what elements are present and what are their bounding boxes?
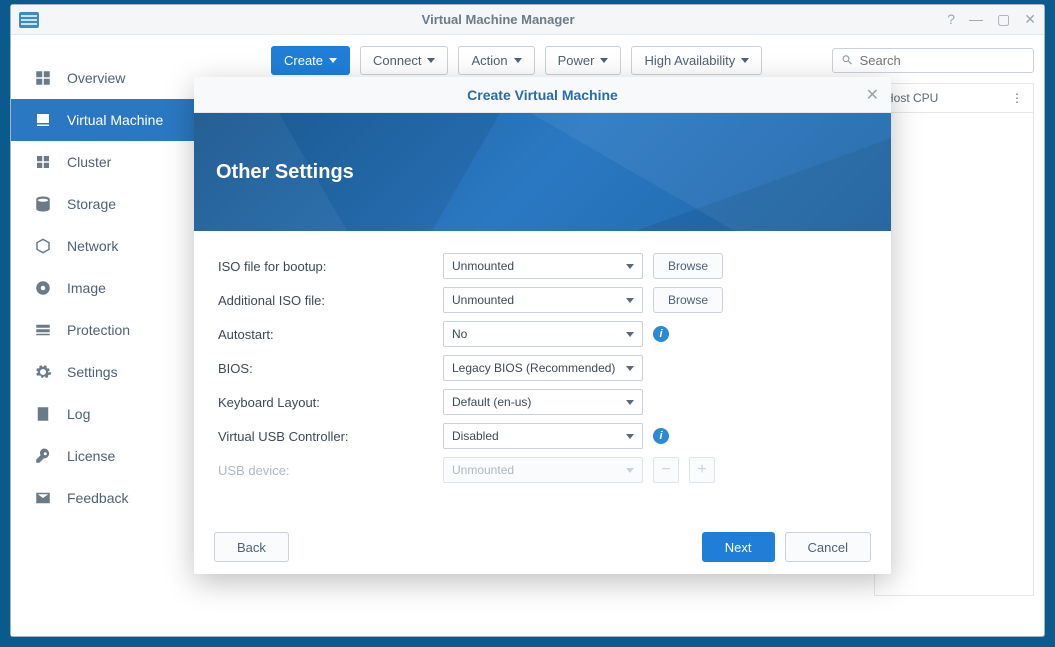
label-usb-device: USB device:	[218, 463, 443, 478]
cancel-button[interactable]: Cancel	[785, 532, 871, 562]
next-button[interactable]: Next	[702, 532, 775, 562]
select-keyboard[interactable]: Default (en-us)	[443, 389, 643, 415]
chevron-down-icon	[600, 58, 608, 63]
sidebar-item-label: Overview	[67, 70, 125, 86]
titlebar: Virtual Machine Manager ? — ▢ ✕	[11, 5, 1044, 35]
sidebar-item-label: Feedback	[67, 490, 128, 506]
help-icon[interactable]: ?	[947, 11, 955, 28]
app-icon	[19, 12, 39, 28]
browse-iso-bootup-button[interactable]: Browse	[653, 253, 723, 279]
sidebar-item-label: Image	[67, 280, 106, 296]
sidebar-item-label: Log	[67, 406, 90, 422]
storage-icon	[33, 195, 53, 213]
sidebar-item-label: Settings	[67, 364, 118, 380]
label-autostart: Autostart:	[218, 327, 443, 342]
table-header: Host CPU ⋮	[874, 83, 1034, 113]
select-autostart[interactable]: No	[443, 321, 643, 347]
info-icon-autostart[interactable]: i	[653, 326, 669, 342]
network-icon	[33, 237, 53, 255]
select-usb-controller[interactable]: Disabled	[443, 423, 643, 449]
log-icon	[33, 405, 53, 423]
cluster-icon	[33, 153, 53, 171]
power-button[interactable]: Power	[545, 46, 622, 75]
back-button[interactable]: Back	[214, 532, 289, 562]
select-iso-additional[interactable]: Unmounted	[443, 287, 643, 313]
modal-title: Create Virtual Machine	[467, 87, 618, 103]
field-iso-additional: Additional ISO file: Unmounted Browse	[218, 287, 867, 313]
field-bios: BIOS: Legacy BIOS (Recommended)	[218, 355, 867, 381]
modal-body: ISO file for bootup: Unmounted Browse Ad…	[194, 231, 891, 483]
modal-heading: Other Settings	[216, 161, 354, 184]
modal-titlebar: Create Virtual Machine ✕	[194, 77, 891, 113]
sidebar-item-label: License	[67, 448, 115, 464]
chevron-down-icon	[626, 400, 634, 405]
sidebar-item-label: Network	[67, 238, 118, 254]
create-vm-modal: Create Virtual Machine ✕ Other Settings …	[194, 77, 891, 574]
chevron-down-icon	[626, 298, 634, 303]
image-icon	[33, 279, 53, 297]
app-window: Virtual Machine Manager ? — ▢ ✕ Create C…	[10, 4, 1045, 637]
feedback-icon	[33, 489, 53, 507]
search-input[interactable]	[860, 53, 1025, 68]
connect-button[interactable]: Connect	[360, 46, 448, 75]
label-bios: BIOS:	[218, 361, 443, 376]
chevron-down-icon	[626, 332, 634, 337]
window-controls: ? — ▢ ✕	[947, 11, 1036, 28]
search-box[interactable]	[832, 48, 1034, 73]
sidebar-item-label: Virtual Machine	[67, 112, 163, 128]
sidebar-item-label: Cluster	[67, 154, 111, 170]
col-host-cpu[interactable]: Host CPU	[885, 91, 938, 105]
table-menu-icon[interactable]: ⋮	[1011, 91, 1023, 105]
info-icon-usb-controller[interactable]: i	[653, 428, 669, 444]
chevron-down-icon	[514, 58, 522, 63]
chevron-down-icon	[626, 468, 634, 473]
chevron-down-icon	[741, 58, 749, 63]
field-iso-bootup: ISO file for bootup: Unmounted Browse	[218, 253, 867, 279]
modal-banner: Other Settings	[194, 113, 891, 231]
action-button[interactable]: Action	[458, 46, 534, 75]
chevron-down-icon	[626, 264, 634, 269]
label-iso-bootup: ISO file for bootup:	[218, 259, 443, 274]
overview-icon	[33, 69, 53, 87]
sidebar-item-label: Storage	[67, 196, 116, 212]
select-bios[interactable]: Legacy BIOS (Recommended)	[443, 355, 643, 381]
label-keyboard: Keyboard Layout:	[218, 395, 443, 410]
modal-close-icon[interactable]: ✕	[866, 85, 879, 105]
sidebar-item-label: Protection	[67, 322, 130, 338]
chevron-down-icon	[329, 58, 337, 63]
gear-icon	[33, 363, 53, 381]
chevron-down-icon	[626, 434, 634, 439]
modal-footer: Back Next Cancel	[194, 520, 891, 574]
maximize-icon[interactable]: ▢	[997, 11, 1010, 28]
select-usb-device: Unmounted	[443, 457, 643, 483]
vm-icon	[33, 111, 53, 129]
remove-usb-device-button: −	[653, 457, 679, 483]
field-usb-controller: Virtual USB Controller: Disabled i	[218, 423, 867, 449]
browse-iso-additional-button[interactable]: Browse	[653, 287, 723, 313]
add-usb-device-button: +	[689, 457, 715, 483]
toolbar: Create Connect Action Power High Availab…	[271, 43, 1034, 77]
chevron-down-icon	[626, 366, 634, 371]
label-usb-controller: Virtual USB Controller:	[218, 429, 443, 444]
close-icon[interactable]: ✕	[1024, 11, 1036, 28]
minimize-icon[interactable]: —	[969, 11, 983, 28]
field-autostart: Autostart: No i	[218, 321, 867, 347]
table-body	[874, 113, 1034, 596]
ha-button[interactable]: High Availability	[631, 46, 762, 75]
chevron-down-icon	[427, 58, 435, 63]
license-icon	[33, 447, 53, 465]
field-usb-device: USB device: Unmounted − +	[218, 457, 867, 483]
create-button[interactable]: Create	[271, 46, 350, 75]
search-icon	[841, 53, 854, 67]
protection-icon	[33, 321, 53, 339]
label-iso-additional: Additional ISO file:	[218, 293, 443, 308]
app-title: Virtual Machine Manager	[49, 12, 947, 27]
select-iso-bootup[interactable]: Unmounted	[443, 253, 643, 279]
field-keyboard: Keyboard Layout: Default (en-us)	[218, 389, 867, 415]
